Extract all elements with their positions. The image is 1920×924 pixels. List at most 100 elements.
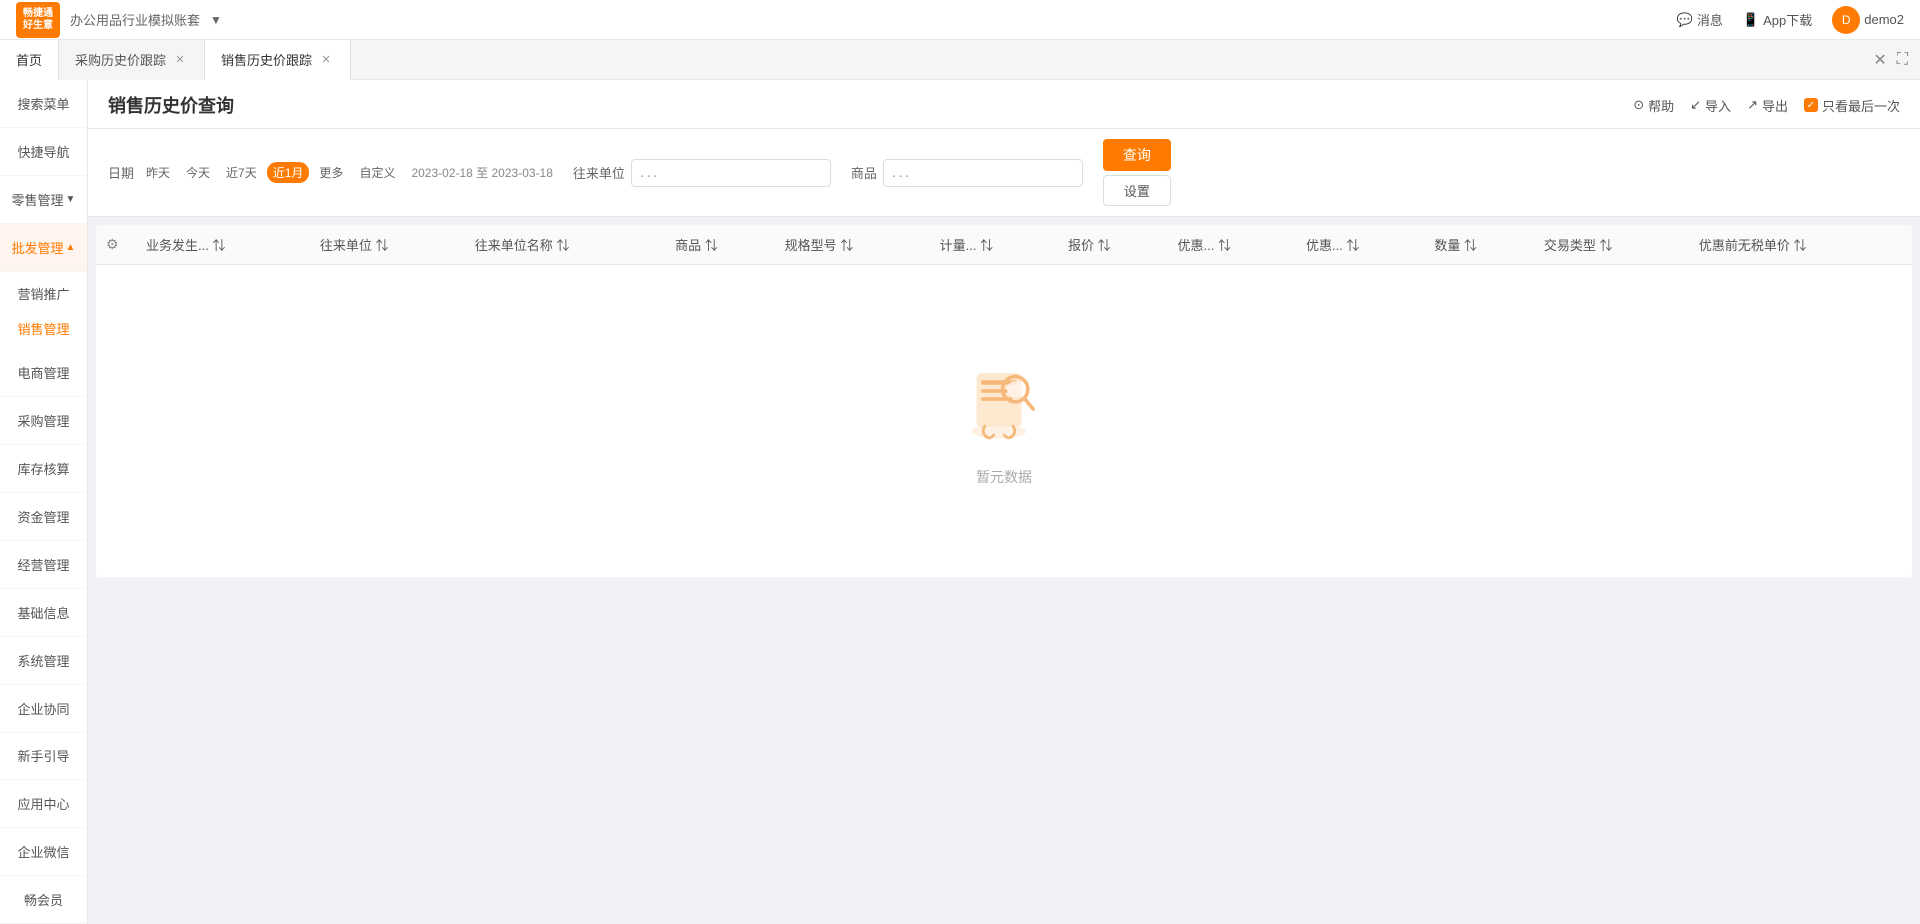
col-partner-name[interactable]: 往来单位名称 ⇅ (465, 225, 665, 265)
col-spec-sort-icon: ⇅ (840, 238, 853, 253)
date-filter-group: 日期 昨天 今天 近7天 近1月 更多 自定义 2023-02-18 至 202… (108, 162, 553, 183)
sidebar-sub-sales-mgmt[interactable]: 销售管理 (8, 311, 79, 346)
help-action[interactable]: ⊙ 帮助 (1633, 96, 1674, 115)
sidebar-item-vip-member[interactable]: 畅会员 (0, 876, 87, 924)
page-header-actions: ⊙ 帮助 ↙ 导入 ↗ 导出 只看最后一次 (1633, 96, 1900, 115)
sidebar-item-operations-mgmt[interactable]: 经营管理 (0, 541, 87, 589)
sidebar-item-system-mgmt[interactable]: 系统管理 (0, 637, 87, 685)
sidebar-item-ecommerce-mgmt[interactable]: 电商管理 (0, 350, 87, 398)
tab-purchase-history[interactable]: 采购历史价跟踪 ✕ (59, 40, 205, 80)
col-partner-name-label: 往来单位名称 (475, 238, 553, 253)
app-title: 办公用品行业模拟账套 (70, 10, 200, 29)
col-discount1[interactable]: 优惠... ⇅ (1168, 225, 1296, 265)
tab-sales-history-close[interactable]: ✕ (318, 52, 334, 68)
date-last7days[interactable]: 近7天 (220, 162, 263, 183)
only-last-checkbox-label[interactable]: 只看最后一次 (1804, 96, 1900, 115)
date-today[interactable]: 今天 (180, 162, 216, 183)
tab-sales-history[interactable]: 销售历史价跟踪 ✕ (205, 40, 351, 80)
date-last1month[interactable]: 近1月 (267, 162, 310, 183)
empty-state-cell: 暂元数据 (96, 265, 1912, 578)
col-pre-tax-price-sort-icon: ⇅ (1793, 238, 1806, 253)
sidebar-item-app-center[interactable]: 应用中心 (0, 780, 87, 828)
date-custom[interactable]: 自定义 (353, 162, 401, 183)
top-bar-left: 畅捷通好生意 办公用品行业模拟账套 ▼ (16, 2, 222, 38)
partner-filter-group: 往来单位 ... (573, 159, 831, 187)
sidebar-item-retail-mgmt[interactable]: 零售管理 ▼ (0, 176, 87, 224)
col-partner-code-label: 往来单位 (320, 238, 372, 253)
sidebar-section-wholesale: 营销推广 销售管理 (0, 272, 87, 350)
col-product-sort-icon: ⇅ (705, 238, 718, 253)
close-all-tabs-icon[interactable]: ✕ (1873, 50, 1886, 70)
sidebar-item-basic-info[interactable]: 基础信息 (0, 589, 87, 637)
partner-input[interactable]: ... (631, 159, 831, 187)
col-product-label: 商品 (675, 238, 701, 253)
sidebar-item-enterprise-wechat[interactable]: 企业微信 (0, 828, 87, 876)
tab-purchase-history-close[interactable]: ✕ (172, 52, 188, 68)
user-avatar: D (1832, 6, 1860, 34)
sidebar-item-enterprise-collab[interactable]: 企业协同 (0, 685, 87, 733)
filter-actions: 查询 设置 (1103, 139, 1171, 206)
product-input[interactable]: ... (883, 159, 1083, 187)
col-settings: ⚙ (96, 225, 136, 265)
table-settings-gear-icon[interactable]: ⚙ (106, 236, 119, 252)
logo-text: 畅捷通好生意 (23, 8, 53, 32)
sidebar-item-finance-mgmt[interactable]: 资金管理 (0, 493, 87, 541)
col-spec[interactable]: 规格型号 ⇅ (775, 225, 930, 265)
only-last-checkbox-text: 只看最后一次 (1822, 96, 1900, 115)
col-quoted-price[interactable]: 报价 ⇅ (1058, 225, 1168, 265)
fullscreen-icon[interactable]: ⛶ (1897, 51, 1908, 69)
col-partner-code[interactable]: 往来单位 ⇅ (310, 225, 465, 265)
sidebar-item-quick-nav[interactable]: 快捷导航 (0, 128, 87, 176)
col-quoted-price-sort-icon: ⇅ (1098, 238, 1111, 253)
col-partner-name-sort-icon: ⇅ (556, 238, 569, 253)
message-icon: 💬 (1677, 12, 1693, 28)
user-action[interactable]: D demo2 (1832, 6, 1904, 34)
col-business-date-label: 业务发生... (146, 238, 209, 253)
tab-purchase-history-label: 采购历史价跟踪 (75, 50, 166, 69)
col-discount1-sort-icon: ⇅ (1218, 238, 1231, 253)
col-product[interactable]: 商品 ⇅ (665, 225, 775, 265)
col-quantity[interactable]: 数量 ⇅ (1424, 225, 1534, 265)
filter-bar: 日期 昨天 今天 近7天 近1月 更多 自定义 2023-02-18 至 202… (88, 129, 1920, 217)
data-table: ⚙ 业务发生... ⇅ 往来单位 ⇅ 往来单位名称 ⇅ (96, 225, 1912, 578)
sidebar-item-inventory-label: 库存核算 (17, 459, 69, 478)
sidebar-item-search-menu[interactable]: 搜索菜单 (0, 80, 87, 128)
sidebar-item-vip-member-label: 畅会员 (24, 890, 63, 909)
col-trade-type-label: 交易类型 (1544, 238, 1596, 253)
date-more[interactable]: 更多 (313, 162, 349, 183)
tab-home[interactable]: 首页 (0, 40, 59, 80)
sidebar-item-purchase-mgmt[interactable]: 采购管理 (0, 397, 87, 445)
query-button[interactable]: 查询 (1103, 139, 1171, 171)
sidebar-item-enterprise-wechat-label: 企业微信 (17, 842, 69, 861)
message-label: 消息 (1697, 10, 1723, 29)
message-action[interactable]: 💬 消息 (1677, 10, 1723, 29)
col-business-date[interactable]: 业务发生... ⇅ (136, 225, 310, 265)
empty-state-text: 暂元数据 (976, 467, 1032, 487)
sidebar-item-inventory[interactable]: 库存核算 (0, 445, 87, 493)
app-dropdown-icon[interactable]: ▼ (210, 13, 222, 27)
sidebar-item-new-guide[interactable]: 新手引导 (0, 733, 87, 781)
sidebar-item-wholesale-mgmt[interactable]: 批发管理 ▲ (0, 224, 87, 272)
col-trade-type[interactable]: 交易类型 ⇅ (1534, 225, 1689, 265)
app-download-action[interactable]: 📱 App下载 (1743, 10, 1812, 29)
sidebar-item-search-menu-label: 搜索菜单 (17, 94, 69, 113)
import-action[interactable]: ↙ 导入 (1690, 96, 1731, 115)
settings-button[interactable]: 设置 (1103, 175, 1171, 206)
col-discount1-label: 优惠... (1178, 238, 1215, 253)
sidebar-item-operations-mgmt-label: 经营管理 (17, 555, 69, 574)
date-range-text: 2023-02-18 至 2023-03-18 (411, 164, 552, 181)
tab-home-label: 首页 (16, 50, 42, 69)
partner-label: 往来单位 (573, 163, 625, 182)
sidebar-sub-marketing[interactable]: 营销推广 (8, 276, 79, 311)
tab-bar: 首页 采购历史价跟踪 ✕ 销售历史价跟踪 ✕ ✕ ⛶ (0, 40, 1920, 80)
sidebar-item-ecommerce-mgmt-label: 电商管理 (17, 363, 69, 382)
date-label: 日期 (108, 163, 134, 182)
col-discount2[interactable]: 优惠... ⇅ (1296, 225, 1424, 265)
sidebar-sub-marketing-label: 营销推广 (17, 284, 69, 303)
col-pre-tax-price[interactable]: 优惠前无税单价 ⇅ (1689, 225, 1912, 265)
col-unit[interactable]: 计量... ⇅ (930, 225, 1058, 265)
sidebar-item-app-center-label: 应用中心 (17, 794, 69, 813)
import-icon: ↙ (1690, 97, 1701, 113)
date-yesterday[interactable]: 昨天 (140, 162, 176, 183)
export-action[interactable]: ↗ 导出 (1747, 96, 1788, 115)
